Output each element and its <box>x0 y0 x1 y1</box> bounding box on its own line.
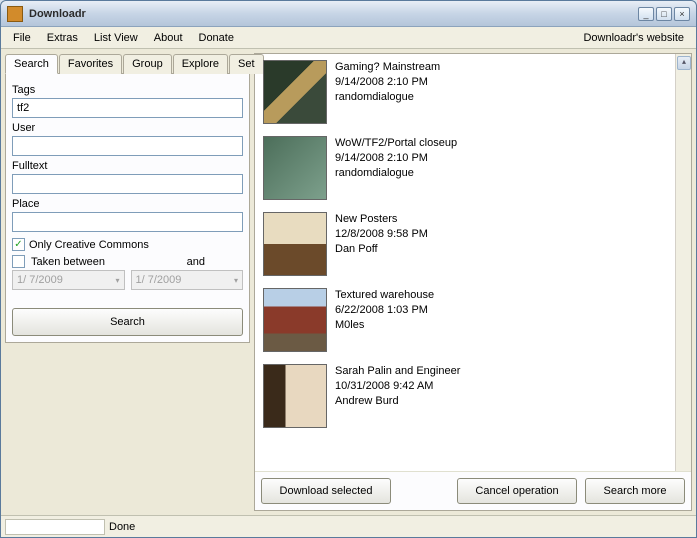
thumbnail <box>263 136 327 200</box>
list-item[interactable]: New Posters 12/8/2008 9:58 PM Dan Poff <box>255 206 691 282</box>
tab-group[interactable]: Group <box>123 54 172 74</box>
menubar: File Extras List View About Donate Downl… <box>1 27 696 49</box>
app-icon <box>7 6 23 22</box>
result-date: 9/14/2008 2:10 PM <box>335 151 457 166</box>
place-label: Place <box>12 198 243 210</box>
place-input[interactable] <box>12 212 243 232</box>
result-date: 6/22/2008 1:03 PM <box>335 303 434 318</box>
result-meta: New Posters 12/8/2008 9:58 PM Dan Poff <box>335 212 428 276</box>
taken-checkbox[interactable] <box>12 255 25 268</box>
result-user: M0les <box>335 318 434 333</box>
cc-checkbox[interactable]: ✓ <box>12 238 25 251</box>
result-title: Gaming? Mainstream <box>335 60 440 75</box>
fulltext-label: Fulltext <box>12 160 243 172</box>
window-title: Downloadr <box>29 8 638 20</box>
right-panel: Gaming? Mainstream 9/14/2008 2:10 PM ran… <box>254 53 692 511</box>
status-text: Done <box>109 521 135 533</box>
minimize-button[interactable]: _ <box>638 7 654 21</box>
result-list[interactable]: Gaming? Mainstream 9/14/2008 2:10 PM ran… <box>255 54 691 471</box>
result-user: Dan Poff <box>335 242 428 257</box>
date-from-picker[interactable]: 1/ 7/2009 ▾ <box>12 270 125 290</box>
result-meta: Gaming? Mainstream 9/14/2008 2:10 PM ran… <box>335 60 440 124</box>
search-form: Tags User Fulltext Place ✓ Only Creative… <box>5 74 250 343</box>
result-title: Textured warehouse <box>335 288 434 303</box>
menu-extras[interactable]: Extras <box>39 29 86 47</box>
search-more-button[interactable]: Search more <box>585 478 685 504</box>
fulltext-input[interactable] <box>12 174 243 194</box>
result-title: WoW/TF2/Portal closeup <box>335 136 457 151</box>
cancel-operation-button[interactable]: Cancel operation <box>457 478 577 504</box>
thumbnail <box>263 288 327 352</box>
content-area: Search Favorites Group Explore Set Tags … <box>1 49 696 515</box>
website-link[interactable]: Downloadr's website <box>575 29 692 47</box>
result-title: Sarah Palin and Engineer <box>335 364 460 379</box>
chevron-down-icon: ▾ <box>115 276 119 285</box>
cc-label: Only Creative Commons <box>29 239 149 251</box>
date-to-value: 1/ 7/2009 <box>136 274 182 286</box>
app-window: Downloadr _ □ × File Extras List View Ab… <box>0 0 697 538</box>
scroll-up-button[interactable]: ▴ <box>677 56 691 70</box>
result-date: 9/14/2008 2:10 PM <box>335 75 440 90</box>
button-gap <box>399 478 449 504</box>
taken-label: Taken between <box>31 256 105 268</box>
result-date: 10/31/2008 9:42 AM <box>335 379 460 394</box>
taken-row: Taken between and <box>12 255 243 268</box>
date-to-picker[interactable]: 1/ 7/2009 ▾ <box>131 270 244 290</box>
tab-explore[interactable]: Explore <box>173 54 228 74</box>
scrollbar[interactable]: ▴ <box>675 54 691 471</box>
thumbnail <box>263 60 327 124</box>
menu-donate[interactable]: Donate <box>191 29 242 47</box>
tags-input[interactable] <box>12 98 243 118</box>
date-pickers: 1/ 7/2009 ▾ 1/ 7/2009 ▾ <box>12 270 243 290</box>
result-title: New Posters <box>335 212 428 227</box>
thumbnail <box>263 364 327 428</box>
maximize-button[interactable]: □ <box>656 7 672 21</box>
list-item[interactable]: Gaming? Mainstream 9/14/2008 2:10 PM ran… <box>255 54 691 130</box>
list-item[interactable]: Textured warehouse 6/22/2008 1:03 PM M0l… <box>255 282 691 358</box>
menu-file[interactable]: File <box>5 29 39 47</box>
user-label: User <box>12 122 243 134</box>
status-progress-box <box>5 519 105 535</box>
titlebar: Downloadr _ □ × <box>1 1 696 27</box>
list-item[interactable]: Sarah Palin and Engineer 10/31/2008 9:42… <box>255 358 691 434</box>
thumbnail <box>263 212 327 276</box>
tab-strip: Search Favorites Group Explore Set <box>5 53 250 74</box>
chevron-down-icon: ▾ <box>234 276 238 285</box>
cc-row: ✓ Only Creative Commons <box>12 238 243 251</box>
menu-listview[interactable]: List View <box>86 29 146 47</box>
date-from-value: 1/ 7/2009 <box>17 274 63 286</box>
search-button[interactable]: Search <box>12 308 243 336</box>
result-meta: Textured warehouse 6/22/2008 1:03 PM M0l… <box>335 288 434 352</box>
bottom-button-bar: Download selected Cancel operation Searc… <box>255 471 691 510</box>
and-label: and <box>187 256 205 268</box>
result-user: randomdialogue <box>335 90 440 105</box>
window-controls: _ □ × <box>638 7 690 21</box>
download-selected-button[interactable]: Download selected <box>261 478 391 504</box>
result-meta: WoW/TF2/Portal closeup 9/14/2008 2:10 PM… <box>335 136 457 200</box>
tags-label: Tags <box>12 84 243 96</box>
result-user: Andrew Burd <box>335 394 460 409</box>
tab-favorites[interactable]: Favorites <box>59 54 122 74</box>
statusbar: Done <box>1 515 696 537</box>
close-button[interactable]: × <box>674 7 690 21</box>
user-input[interactable] <box>12 136 243 156</box>
left-panel: Search Favorites Group Explore Set Tags … <box>5 53 250 511</box>
result-date: 12/8/2008 9:58 PM <box>335 227 428 242</box>
tab-search[interactable]: Search <box>5 54 58 74</box>
list-item[interactable]: WoW/TF2/Portal closeup 9/14/2008 2:10 PM… <box>255 130 691 206</box>
result-meta: Sarah Palin and Engineer 10/31/2008 9:42… <box>335 364 460 428</box>
result-user: randomdialogue <box>335 166 457 181</box>
menu-about[interactable]: About <box>146 29 191 47</box>
